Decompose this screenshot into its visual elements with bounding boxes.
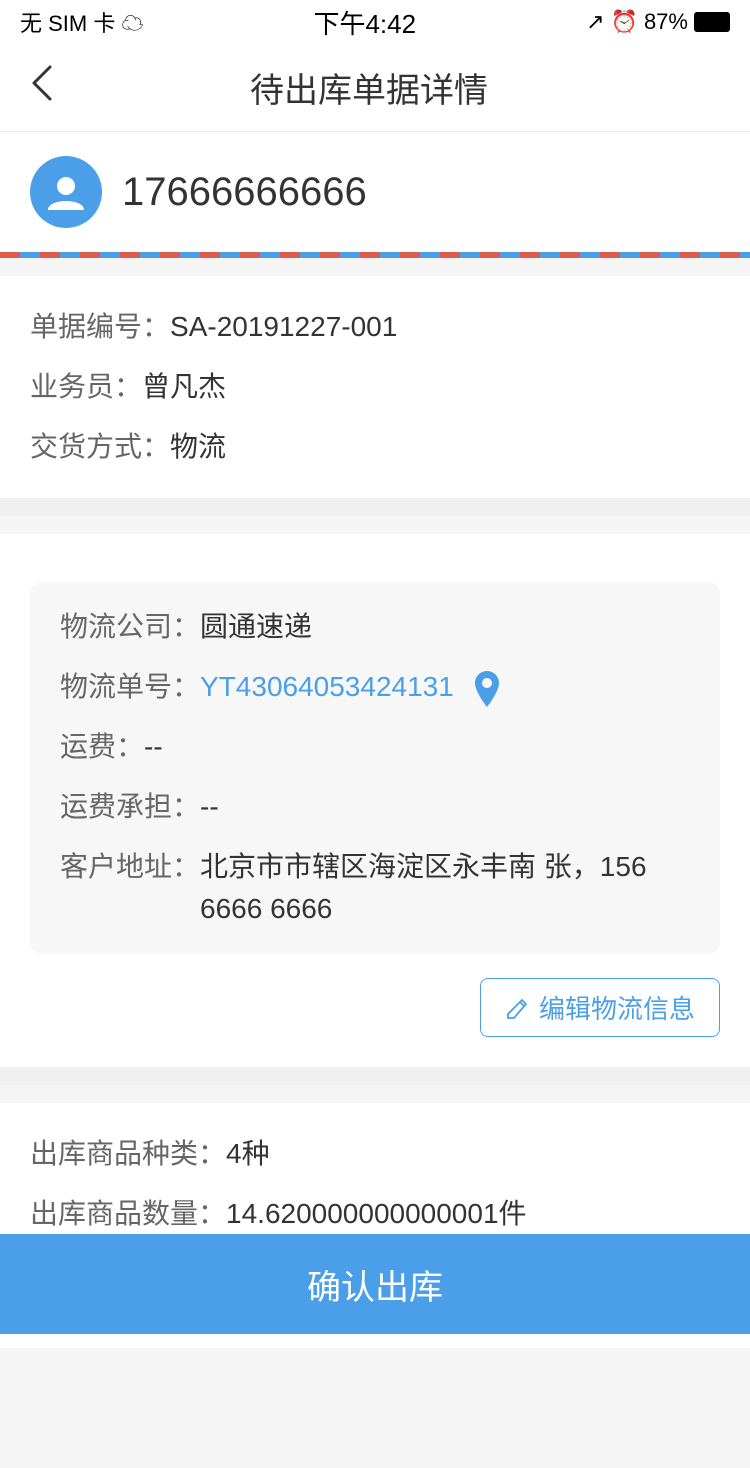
status-time: 下午4:42 bbox=[313, 4, 416, 41]
location-icon: ↗ bbox=[586, 9, 604, 35]
logistics-company-value: 圆通速递 bbox=[200, 606, 690, 648]
delivery-value: 物流 bbox=[170, 426, 720, 468]
salesman-value: 曾凡杰 bbox=[142, 366, 720, 408]
location-icon bbox=[472, 671, 502, 707]
logistics-company-label: 物流公司： bbox=[60, 606, 200, 648]
outbound-type-value: 4种 bbox=[226, 1133, 720, 1175]
battery-text: 87% bbox=[644, 9, 688, 35]
tracking-label: 物流单号： bbox=[60, 666, 200, 708]
order-no-value: SA-20191227-001 bbox=[170, 306, 720, 348]
status-left: 无 SIM 卡 ☁ bbox=[20, 6, 143, 38]
page-title: 待出库单据详情 bbox=[74, 63, 664, 112]
delivery-row: 交货方式： 物流 bbox=[30, 426, 720, 468]
dashed-divider bbox=[0, 252, 750, 258]
customer-phone: 17666666666 bbox=[122, 170, 367, 215]
bottom-bar: 确认出库 bbox=[0, 1234, 750, 1334]
outbound-qty-label: 出库商品数量： bbox=[30, 1193, 226, 1235]
order-no-label: 单据编号： bbox=[30, 306, 170, 348]
freight-row: 运费： -- bbox=[60, 726, 690, 768]
confirm-outbound-button[interactable]: 确认出库 bbox=[307, 1260, 443, 1309]
logistics-section: 物流公司： 圆通速递 物流单号： YT43064053424131 运费： --… bbox=[0, 534, 750, 1067]
salesman-row: 业务员： 曾凡杰 bbox=[30, 366, 720, 408]
sim-status: 无 SIM 卡 ☁ bbox=[20, 6, 143, 38]
avatar bbox=[30, 156, 102, 228]
status-bar: 无 SIM 卡 ☁ 下午4:42 ↗ ⏰ 87% bbox=[0, 0, 750, 44]
tracking-row: 物流单号： YT43064053424131 bbox=[60, 666, 690, 708]
gray-separator-1 bbox=[0, 498, 750, 516]
logistics-company-row: 物流公司： 圆通速递 bbox=[60, 606, 690, 648]
order-no-row: 单据编号： SA-20191227-001 bbox=[30, 306, 720, 348]
freight-label: 运费： bbox=[60, 726, 144, 768]
status-right: ↗ ⏰ 87% bbox=[586, 9, 730, 35]
tracking-value: YT43064053424131 bbox=[200, 666, 690, 708]
freight-bearer-row: 运费承担： -- bbox=[60, 786, 690, 828]
back-button[interactable] bbox=[30, 63, 54, 112]
logistics-card: 物流公司： 圆通速递 物流单号： YT43064053424131 运费： --… bbox=[30, 582, 720, 954]
outbound-qty-value: 14.620000000000001件 bbox=[226, 1193, 720, 1235]
freight-bearer-label: 运费承担： bbox=[60, 786, 200, 828]
address-label: 客户地址： bbox=[60, 846, 200, 888]
delivery-label: 交货方式： bbox=[30, 426, 170, 468]
edit-logistics-button[interactable]: 编辑物流信息 bbox=[480, 978, 720, 1037]
freight-bearer-value: -- bbox=[200, 786, 690, 828]
gray-separator-2 bbox=[0, 1067, 750, 1085]
freight-value: -- bbox=[144, 726, 690, 768]
customer-header: 17666666666 bbox=[0, 132, 750, 252]
salesman-label: 业务员： bbox=[30, 366, 142, 408]
basic-info-section: 单据编号： SA-20191227-001 业务员： 曾凡杰 交货方式： 物流 bbox=[0, 276, 750, 498]
outbound-type-row: 出库商品种类： 4种 bbox=[30, 1133, 720, 1175]
battery-icon bbox=[694, 12, 730, 32]
edit-logistics-label: 编辑物流信息 bbox=[539, 989, 695, 1026]
address-row: 客户地址： 北京市市辖区海淀区永丰南 张，156 6666 6666 bbox=[60, 846, 690, 930]
nav-bar: 待出库单据详情 bbox=[0, 44, 750, 132]
address-value: 北京市市辖区海淀区永丰南 张，156 6666 6666 bbox=[200, 846, 690, 930]
outbound-qty-row: 出库商品数量： 14.620000000000001件 bbox=[30, 1193, 720, 1235]
bottom-spacer bbox=[0, 1348, 750, 1468]
edit-icon bbox=[505, 995, 531, 1021]
alarm-icon: ⏰ bbox=[611, 9, 638, 35]
edit-btn-row: 编辑物流信息 bbox=[30, 978, 720, 1037]
outbound-type-label: 出库商品种类： bbox=[30, 1133, 226, 1175]
